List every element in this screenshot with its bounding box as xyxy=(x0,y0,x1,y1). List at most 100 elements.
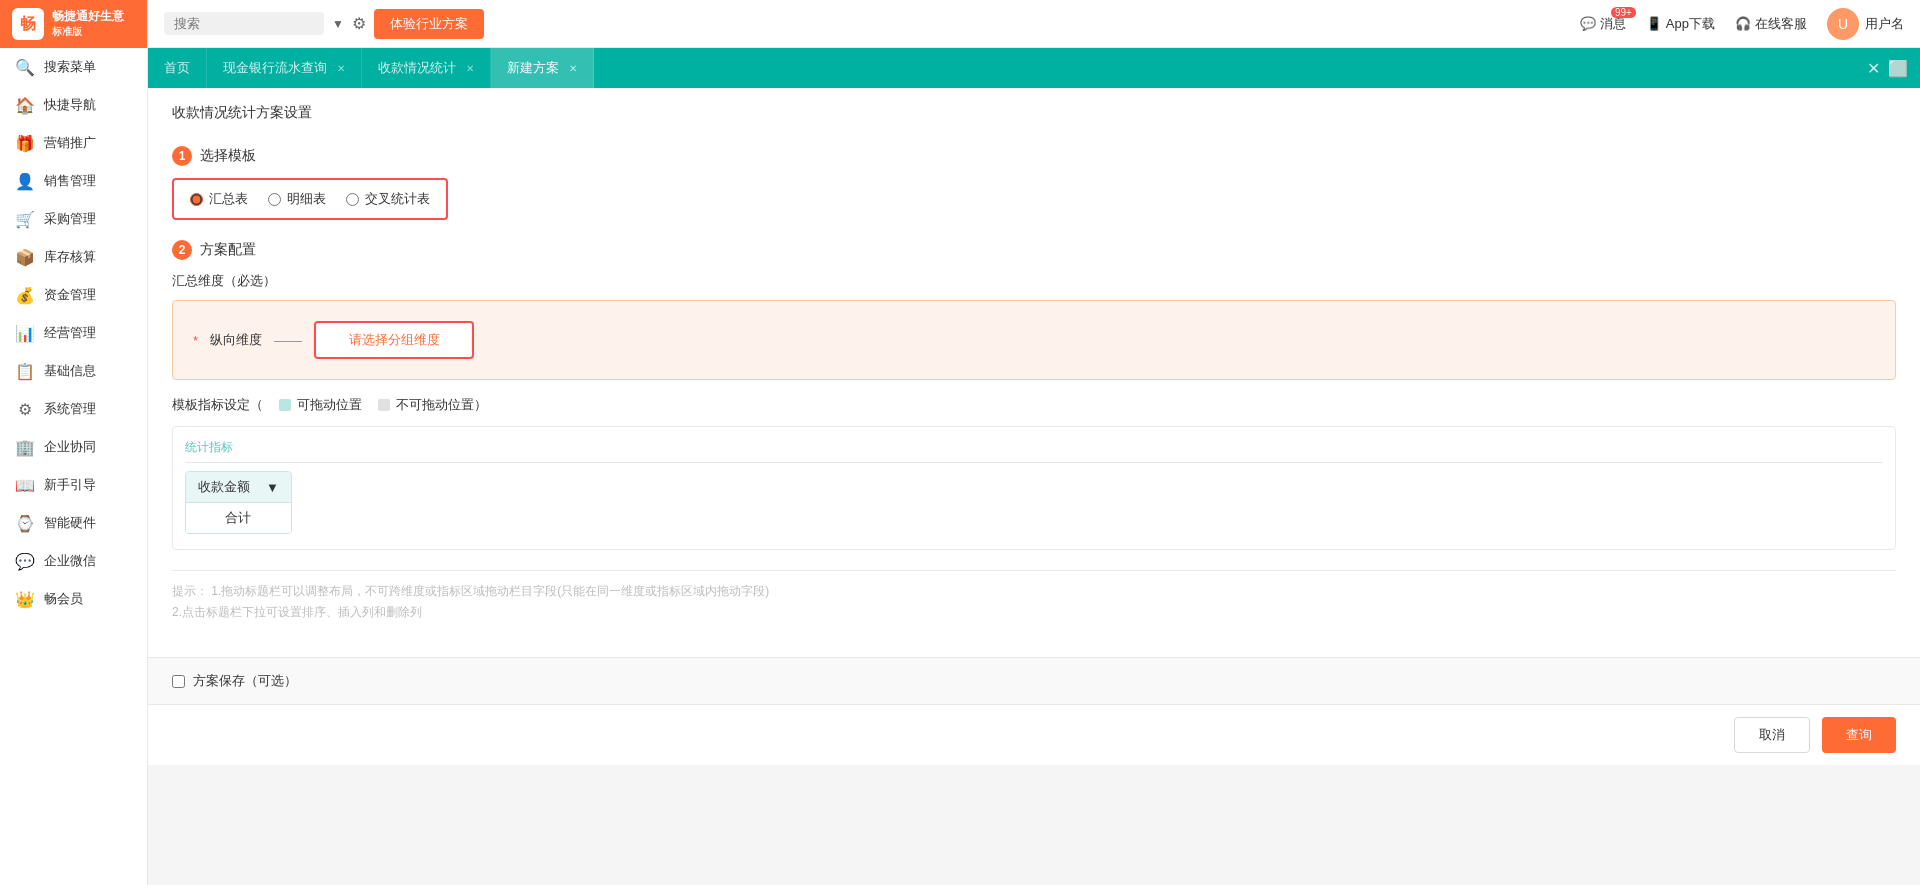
header-right: 💬 消息 99+ 📱 App下载 🎧 在线客服 U 用户名 xyxy=(1580,8,1904,40)
sidebar-item-purchase[interactable]: 🛒 采购管理 xyxy=(0,200,147,238)
dimension-grid: * 纵向维度 —— 请选择分组维度 xyxy=(172,300,1896,380)
template-selection-box: 汇总表 明细表 交叉统计表 xyxy=(172,178,448,220)
step2-section: 2 方案配置 汇总维度（必选） * 纵向维度 —— 请选择分组维度 xyxy=(172,240,1896,621)
sidebar-item-wechat[interactable]: 💬 企业微信 xyxy=(0,542,147,580)
sidebar-item-quick-nav[interactable]: 🏠 快捷导航 xyxy=(0,86,147,124)
step2-badge: 2 xyxy=(172,240,192,260)
sidebar-item-marketing[interactable]: 🎁 营销推广 xyxy=(0,124,147,162)
radio-group: 汇总表 明细表 交叉统计表 xyxy=(190,190,430,208)
box-icon: 📦 xyxy=(16,248,34,266)
radio-summary[interactable]: 汇总表 xyxy=(190,190,248,208)
indicator-col-header: 收款金额 ▼ xyxy=(186,472,291,503)
radio-cross-input[interactable] xyxy=(346,193,359,206)
sidebar-item-member[interactable]: 👑 畅会员 xyxy=(0,580,147,618)
sidebar-item-enterprise[interactable]: 🏢 企业协同 xyxy=(0,428,147,466)
close-collection-stats-icon[interactable]: ✕ xyxy=(466,63,474,74)
sidebar-item-search-menu[interactable]: 🔍 搜索菜单 xyxy=(0,48,147,86)
gear-button[interactable]: ⚙ xyxy=(352,14,366,33)
download-button[interactable]: 📱 App下载 xyxy=(1646,15,1715,33)
save-checkbox[interactable] xyxy=(172,675,185,688)
message-button[interactable]: 💬 消息 99+ xyxy=(1580,15,1626,33)
sidebar-item-guide[interactable]: 📖 新手引导 xyxy=(0,466,147,504)
hints-section: 提示： 1.拖动标题栏可以调整布局，不可跨维度或指标区域拖动栏目字段(只能在同一… xyxy=(172,570,1896,621)
download-icon: 📱 xyxy=(1646,16,1662,31)
money-icon: 💰 xyxy=(16,286,34,304)
dimension-select-button[interactable]: 请选择分组维度 xyxy=(314,321,474,359)
dimension-label: 汇总维度（必选） xyxy=(172,272,1896,290)
radio-detail-input[interactable] xyxy=(268,193,281,206)
cart-icon: 🛒 xyxy=(16,210,34,228)
user-icon: 👤 xyxy=(16,172,34,190)
step2-header: 2 方案配置 xyxy=(172,240,1896,260)
radio-cross[interactable]: 交叉统计表 xyxy=(346,190,430,208)
service-button[interactable]: 🎧 在线客服 xyxy=(1735,15,1807,33)
crown-icon: 👑 xyxy=(16,590,34,608)
radio-summary-input[interactable] xyxy=(190,193,203,206)
sidebar: 畅 畅捷通好生意 标准版 🔍 搜索菜单 🏠 快捷导航 🎁 营销推广 👤 销售管理… xyxy=(0,0,148,885)
close-tab-button[interactable]: ✕ xyxy=(1867,59,1880,78)
indicator-total-row: 合计 xyxy=(186,503,291,533)
message-icon: 💬 xyxy=(1580,16,1596,31)
dimension-row: * 纵向维度 —— 请选择分组维度 xyxy=(193,321,474,359)
avatar: U xyxy=(1827,8,1859,40)
page-container: 收款情况统计方案设置 1 选择模板 汇总表 明细表 xyxy=(148,88,1920,657)
step1-header: 1 选择模板 xyxy=(172,146,1896,166)
step2-title: 方案配置 xyxy=(200,241,256,259)
clipboard-icon: 📋 xyxy=(16,362,34,380)
settings-icon: ⚙ xyxy=(16,400,34,418)
fixed-dot xyxy=(378,399,390,411)
dropdown-arrow-icon[interactable]: ▼ xyxy=(266,480,279,495)
tab-bar-controls: ✕ ⬜ xyxy=(1855,48,1920,88)
indicators-header-label: 模板指标设定（ xyxy=(172,396,263,414)
sidebar-item-inventory[interactable]: 📦 库存核算 xyxy=(0,238,147,276)
draggable-legend: 可拖动位置 xyxy=(279,396,362,414)
sidebar-item-basic-info[interactable]: 📋 基础信息 xyxy=(0,352,147,390)
main-area: ▼ ⚙ 体验行业方案 💬 消息 99+ 📱 App下载 🎧 在线客服 U 用户名 xyxy=(148,0,1920,885)
footer-bar: 取消 查询 xyxy=(148,704,1920,765)
stats-indicator-label: 统计指标 xyxy=(185,439,1883,463)
book-icon: 📖 xyxy=(16,476,34,494)
query-button[interactable]: 查询 xyxy=(1822,717,1896,753)
top-header: ▼ ⚙ 体验行业方案 💬 消息 99+ 📱 App下载 🎧 在线客服 U 用户名 xyxy=(148,0,1920,48)
maximize-button[interactable]: ⬜ xyxy=(1888,59,1908,78)
save-label: 方案保存（可选） xyxy=(193,672,297,690)
logo-icon: 畅 xyxy=(12,8,44,40)
cancel-button[interactable]: 取消 xyxy=(1734,717,1810,753)
watch-icon: ⌚ xyxy=(16,514,34,532)
dimension-section: 汇总维度（必选） * 纵向维度 —— 请选择分组维度 xyxy=(172,272,1896,380)
tab-bank-flow[interactable]: 现金银行流水查询 ✕ xyxy=(207,48,362,88)
close-new-plan-icon[interactable]: ✕ xyxy=(569,63,577,74)
search-input[interactable] xyxy=(164,12,324,35)
building-icon: 🏢 xyxy=(16,438,34,456)
tab-home[interactable]: 首页 xyxy=(148,48,207,88)
content-area: 收款情况统计方案设置 1 选择模板 汇总表 明细表 xyxy=(148,88,1920,885)
user-info: U 用户名 xyxy=(1827,8,1904,40)
search-icon: 🔍 xyxy=(16,58,34,76)
close-bank-flow-icon[interactable]: ✕ xyxy=(337,63,345,74)
sidebar-logo: 畅 畅捷通好生意 标准版 xyxy=(0,0,147,48)
sidebar-item-operations[interactable]: 📊 经营管理 xyxy=(0,314,147,352)
indicators-header: 模板指标设定（ 可拖动位置 不可拖动位置） xyxy=(172,396,1896,414)
step1-title: 选择模板 xyxy=(200,147,256,165)
step1-section: 1 选择模板 汇总表 明细表 xyxy=(172,146,1896,220)
sidebar-item-sales[interactable]: 👤 销售管理 xyxy=(0,162,147,200)
sidebar-item-system[interactable]: ⚙ 系统管理 xyxy=(0,390,147,428)
draggable-dot xyxy=(279,399,291,411)
indicators-section: 模板指标设定（ 可拖动位置 不可拖动位置） 统计指标 xyxy=(172,396,1896,550)
gift-icon: 🎁 xyxy=(16,134,34,152)
dropdown-button[interactable]: ▼ xyxy=(332,17,344,31)
home-icon: 🏠 xyxy=(16,96,34,114)
radio-detail[interactable]: 明细表 xyxy=(268,190,326,208)
chart-icon: 📊 xyxy=(16,324,34,342)
fixed-legend: 不可拖动位置） xyxy=(378,396,487,414)
tab-bar-spacer xyxy=(594,48,1855,88)
sidebar-item-smart-hardware[interactable]: ⌚ 智能硬件 xyxy=(0,504,147,542)
sidebar-item-finance[interactable]: 💰 资金管理 xyxy=(0,276,147,314)
tab-collection-stats[interactable]: 收款情况统计 ✕ xyxy=(362,48,491,88)
required-mark: * xyxy=(193,333,198,348)
tab-new-plan[interactable]: 新建方案 ✕ xyxy=(491,48,594,88)
hint-1: 提示： 1.拖动标题栏可以调整布局，不可跨维度或指标区域拖动栏目字段(只能在同一… xyxy=(172,583,1896,600)
page-title: 收款情况统计方案设置 xyxy=(172,104,1896,130)
trial-button[interactable]: 体验行业方案 xyxy=(374,9,484,39)
arrow-icon: —— xyxy=(274,332,302,348)
